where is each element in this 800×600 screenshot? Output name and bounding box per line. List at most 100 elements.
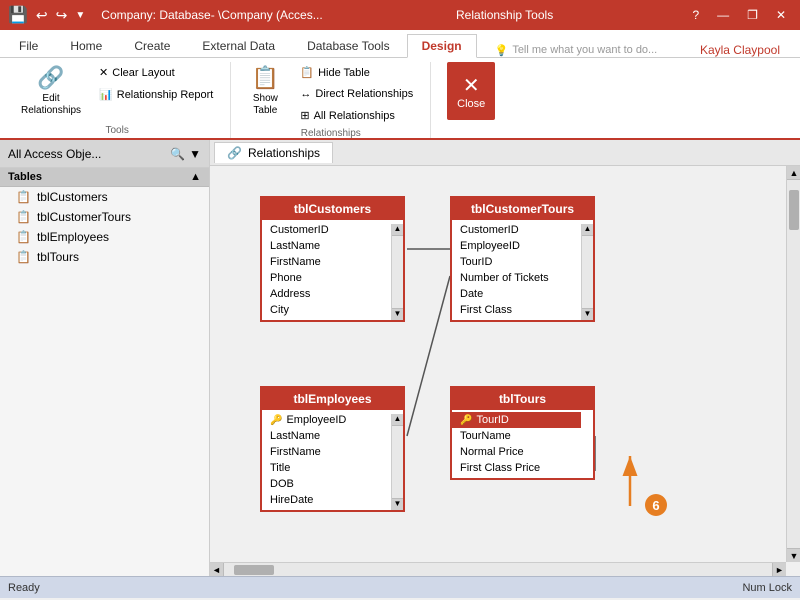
- canvas-tab-label: Relationships: [248, 146, 320, 160]
- field-tourid-main: 🔑 TourID: [452, 412, 581, 428]
- hide-table-button[interactable]: 📋 Hide Table: [293, 62, 420, 83]
- table-customer-tours[interactable]: tblCustomerTours CustomerID EmployeeID T…: [450, 196, 595, 322]
- vscroll-up-btn[interactable]: ▲: [787, 166, 800, 180]
- clear-layout-button[interactable]: ✕ Clear Layout: [92, 62, 220, 83]
- relationship-report-button[interactable]: 📊 Relationship Report: [92, 84, 220, 105]
- employees-scrollbar[interactable]: ▲ ▼: [391, 414, 403, 510]
- scroll-down-customers[interactable]: ▼: [392, 308, 403, 320]
- table-tours[interactable]: tblTours 🔑 TourID TourName Normal Price …: [450, 386, 595, 480]
- context-title: Relationship Tools: [323, 8, 687, 22]
- close-icon: ✕: [463, 73, 480, 98]
- undo-icon[interactable]: ↩: [36, 7, 48, 24]
- nav-pane: All Access Obje... 🔍 ▼ Tables ▲ 📋 tblCus…: [0, 140, 210, 576]
- scroll-down-customer-tours[interactable]: ▼: [582, 308, 593, 320]
- field-first-class-price: First Class Price: [452, 460, 581, 476]
- field-title-emp: Title: [262, 460, 391, 476]
- tell-me-area[interactable]: 💡 Tell me what you want to do... Kayla C…: [479, 43, 796, 57]
- nav-section-header[interactable]: Tables ▲: [0, 168, 209, 187]
- hscroll-right-btn[interactable]: ►: [772, 563, 786, 577]
- nav-item-tblCustomers[interactable]: 📋 tblCustomers: [0, 187, 209, 207]
- show-table-button[interactable]: 📋 ShowTable: [241, 62, 289, 120]
- hscroll-thumb[interactable]: [234, 565, 274, 575]
- nav-item-label-customer-tours: tblCustomerTours: [37, 210, 131, 224]
- status-text: Ready: [8, 582, 40, 594]
- tab-design[interactable]: Design: [407, 34, 477, 58]
- quick-access-dropdown[interactable]: ▼: [75, 10, 85, 21]
- canvas-tab-relationships[interactable]: 🔗 Relationships: [214, 142, 333, 163]
- restore-btn[interactable]: ❐: [741, 6, 764, 24]
- field-first-class-tours: First Class: [452, 302, 581, 318]
- minimize-btn[interactable]: —: [711, 6, 735, 24]
- close-btn[interactable]: ✕: [770, 6, 792, 24]
- help-btn[interactable]: ?: [686, 6, 705, 24]
- status-bar: Ready Num Lock: [0, 576, 800, 598]
- vscroll-thumb[interactable]: [789, 190, 799, 230]
- nav-header[interactable]: All Access Obje... 🔍 ▼: [0, 140, 209, 168]
- field-phone-customers: Phone: [262, 270, 391, 286]
- nav-search-icon[interactable]: 🔍: [170, 147, 185, 161]
- vertical-scrollbar[interactable]: ▲ ▼: [786, 166, 800, 562]
- redo-icon[interactable]: ↪: [56, 7, 68, 24]
- nav-section-label: Tables: [8, 171, 42, 183]
- tab-file[interactable]: File: [4, 34, 53, 57]
- customers-scrollbar[interactable]: ▲ ▼: [391, 224, 403, 320]
- ribbon-group-tools: 🔗 EditRelationships ✕ Clear Layout 📊 Rel…: [4, 62, 231, 138]
- field-city-customers: City: [262, 302, 391, 318]
- vscroll-down-btn[interactable]: ▼: [787, 548, 800, 562]
- nav-item-tblEmployees[interactable]: 📋 tblEmployees: [0, 227, 209, 247]
- tab-create[interactable]: Create: [119, 34, 185, 57]
- nav-section-collapse[interactable]: ▲: [190, 171, 201, 183]
- tell-me-text: Tell me what you want to do...: [512, 44, 657, 56]
- table-icon-employees: 📋: [16, 230, 31, 244]
- title-bar-left: 💾 ↩ ↪ ▼ Company: Database- \Company (Acc…: [8, 5, 323, 25]
- field-lastname-customers: LastName: [262, 238, 391, 254]
- tools-buttons: 🔗 EditRelationships ✕ Clear Layout 📊 Rel…: [14, 62, 220, 123]
- clear-layout-label: Clear Layout: [112, 67, 174, 79]
- nav-item-tblTours[interactable]: 📋 tblTours: [0, 247, 209, 267]
- canvas-tab-icon: 🔗: [227, 146, 242, 160]
- table-customers[interactable]: tblCustomers CustomerID LastName FirstNa…: [260, 196, 405, 322]
- status-right: Num Lock: [742, 582, 792, 594]
- annotation-badge-6: 6: [645, 494, 667, 516]
- customer-tours-scrollbar[interactable]: ▲ ▼: [581, 224, 593, 320]
- horizontal-scrollbar[interactable]: ◄ ►: [210, 562, 786, 576]
- nav-item-label-employees: tblEmployees: [37, 230, 109, 244]
- tab-database-tools[interactable]: Database Tools: [292, 34, 405, 57]
- relationships-group-label: Relationships: [301, 126, 361, 139]
- direct-relationships-label: Direct Relationships: [315, 88, 413, 100]
- nav-item-tblCustomerTours[interactable]: 📋 tblCustomerTours: [0, 207, 209, 227]
- field-lastname-emp: LastName: [262, 428, 391, 444]
- scroll-up-customers[interactable]: ▲: [392, 224, 403, 236]
- all-relationships-button[interactable]: ⊞ All Relationships: [293, 105, 420, 126]
- edit-relationships-label: EditRelationships: [21, 93, 81, 117]
- scroll-track-customer-tours: [582, 236, 593, 308]
- main-area: All Access Obje... 🔍 ▼ Tables ▲ 📋 tblCus…: [0, 140, 800, 576]
- tab-home[interactable]: Home: [55, 34, 117, 57]
- title-bar: 💾 ↩ ↪ ▼ Company: Database- \Company (Acc…: [0, 0, 800, 30]
- hide-table-label: Hide Table: [318, 67, 370, 79]
- vscroll-track: [787, 180, 800, 548]
- table-employees-header: tblEmployees: [262, 388, 403, 410]
- scroll-track-employees: [392, 426, 403, 498]
- relationships-buttons: 📋 ShowTable 📋 Hide Table ↔ Direct Relati…: [241, 62, 420, 126]
- field-normal-price: Normal Price: [452, 444, 581, 460]
- hscroll-track: [224, 563, 772, 577]
- nav-menu-icon[interactable]: ▼: [189, 147, 201, 161]
- hide-table-icon: 📋: [300, 66, 314, 79]
- table-employees[interactable]: tblEmployees 🔑 EmployeeID LastName First…: [260, 386, 405, 512]
- close-button[interactable]: ✕ Close: [447, 62, 495, 120]
- scroll-track-customers: [392, 236, 403, 308]
- edit-relationships-button[interactable]: 🔗 EditRelationships: [14, 62, 88, 120]
- ribbon-group-relationships: 📋 ShowTable 📋 Hide Table ↔ Direct Relati…: [231, 62, 431, 138]
- canvas-area: 🔗 Relationships: [210, 140, 800, 576]
- save-icon[interactable]: 💾: [8, 5, 28, 25]
- scroll-down-employees[interactable]: ▼: [392, 498, 403, 510]
- tab-external-data[interactable]: External Data: [187, 34, 290, 57]
- direct-relationships-button[interactable]: ↔ Direct Relationships: [293, 84, 420, 104]
- scroll-up-customer-tours[interactable]: ▲: [582, 224, 593, 236]
- canvas-tab-bar: 🔗 Relationships: [210, 140, 800, 166]
- ribbon: 🔗 EditRelationships ✕ Clear Layout 📊 Rel…: [0, 58, 800, 140]
- hscroll-left-btn[interactable]: ◄: [210, 563, 224, 577]
- scroll-up-employees[interactable]: ▲: [392, 414, 403, 426]
- app-title: Company: Database- \Company (Acces...: [101, 8, 322, 22]
